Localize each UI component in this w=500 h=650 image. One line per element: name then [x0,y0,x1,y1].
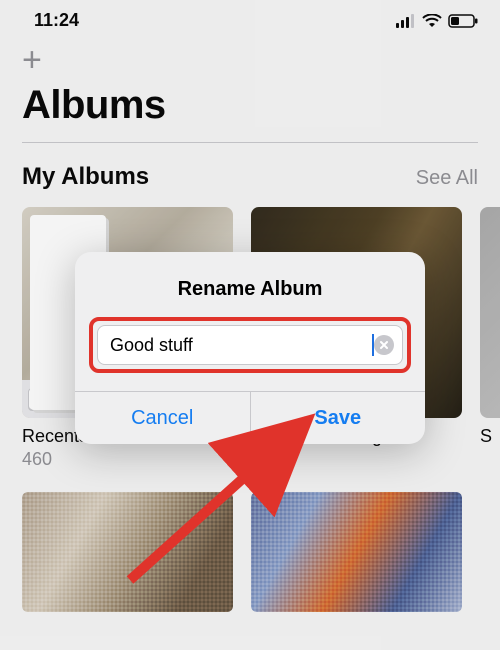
album-name: S [480,426,500,447]
album-count: 9 [251,449,462,470]
save-button[interactable]: Save [251,392,426,444]
wifi-icon [422,14,442,28]
status-bar: 11:24 [0,0,500,35]
album-strip-2[interactable] [0,492,500,612]
album-card[interactable]: S [480,207,500,470]
annotation-highlight [89,317,411,373]
see-all-link[interactable]: See All [416,167,478,190]
close-icon [379,340,389,350]
page-title: Albums [22,83,478,128]
section-title: My Albums [22,163,149,191]
status-indicators [396,14,478,28]
battery-icon [448,14,478,28]
album-cover-blurred[interactable] [22,492,233,612]
add-album-button[interactable]: + [22,41,42,79]
cover-mini-label: musing [32,363,64,374]
rename-album-alert: Rename Album Cancel Save [75,252,425,444]
clear-input-button[interactable] [374,335,394,355]
status-time: 11:24 [34,10,79,31]
cellular-icon [396,14,416,28]
alert-title: Rename Album [75,252,425,317]
album-cover-blurred[interactable] [251,492,462,612]
album-count: 460 [22,449,233,470]
album-name-input-wrap[interactable] [97,325,403,365]
alert-actions: Cancel Save [75,392,425,444]
section-header: My Albums See All [0,143,500,207]
album-cover[interactable] [480,207,500,418]
cancel-button[interactable]: Cancel [75,392,250,444]
album-name-input[interactable] [110,335,373,356]
